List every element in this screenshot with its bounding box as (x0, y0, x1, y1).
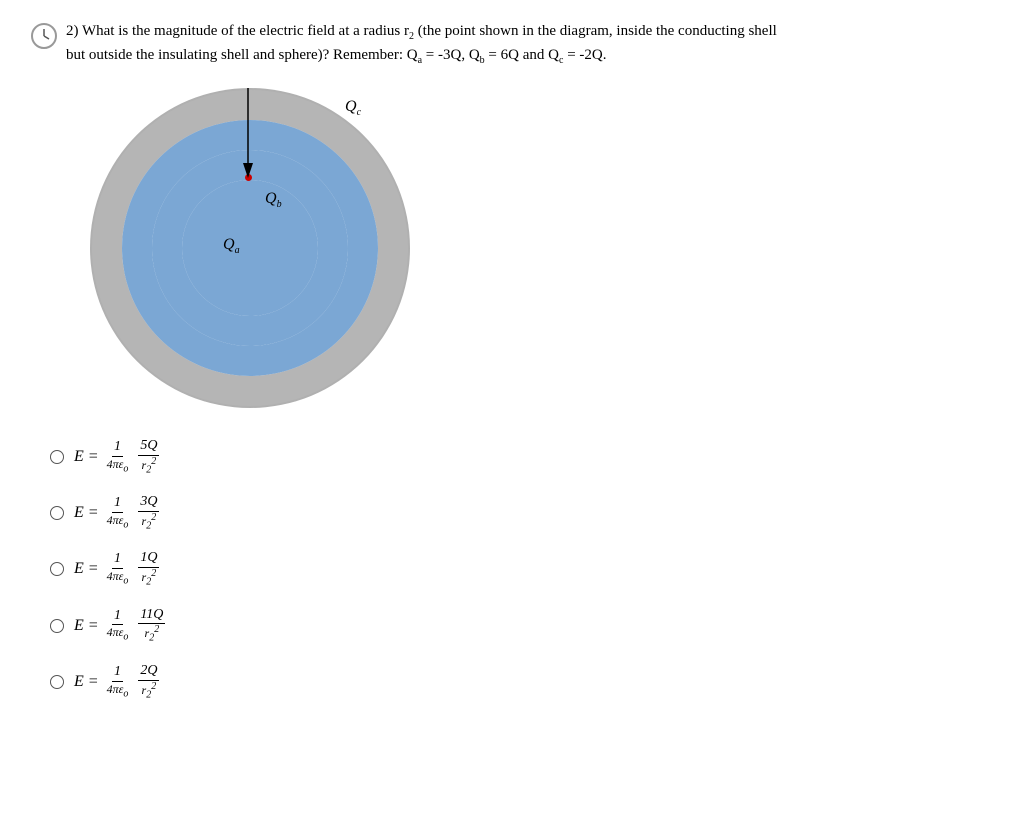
r-subscript: 2 (409, 31, 414, 42)
radio-4[interactable] (50, 619, 64, 633)
fraction-charge-5: 2Q r22 (138, 663, 159, 701)
fraction-charge-3: 1Q r22 (138, 550, 159, 588)
qb-label: Qb (265, 190, 282, 210)
answer-choice-5[interactable]: E = 1 4πεo 2Q r22 (50, 663, 994, 701)
answer-choice-2[interactable]: E = 1 4πεo 3Q r22 (50, 494, 994, 532)
question-text-part2: (the point shown in the diagram, inside … (418, 23, 777, 39)
formula-2: E = 1 4πεo 3Q r22 (74, 494, 161, 532)
fraction-coeff-1: 1 4πεo (105, 439, 131, 475)
answer-choice-3[interactable]: E = 1 4πεo 1Q r22 (50, 550, 994, 588)
question-header: 2) What is the magnitude of the electric… (30, 20, 994, 68)
radio-1[interactable] (50, 450, 64, 464)
radio-2[interactable] (50, 506, 64, 520)
fraction-charge-1: 5Q r22 (138, 438, 159, 476)
formula-5: E = 1 4πεo 2Q r22 (74, 663, 161, 701)
question-number: 2) (66, 23, 79, 39)
radio-3[interactable] (50, 562, 64, 576)
question-text-part1: What is the magnitude of the electric fi… (82, 23, 409, 39)
arrow-svg (230, 88, 290, 188)
answer-choice-4[interactable]: E = 1 4πεo 11Q r22 (50, 607, 994, 645)
formula-4: E = 1 4πεo 11Q r22 (74, 607, 167, 645)
fraction-coeff-5: 1 4πεo (105, 664, 131, 700)
qc-label: Qc (345, 98, 361, 118)
question-text-part3: but outside the insulating shell and sph… (66, 47, 418, 63)
formula-3: E = 1 4πεo 1Q r22 (74, 550, 161, 588)
fraction-charge-4: 11Q r22 (138, 607, 165, 645)
radio-5[interactable] (50, 675, 64, 689)
question-text: 2) What is the magnitude of the electric… (66, 20, 777, 68)
diagram-container: Qa Qb Qc (30, 88, 994, 408)
and-text: and (523, 47, 545, 63)
fraction-coeff-3: 1 4πεo (105, 551, 131, 587)
fraction-coeff-2: 1 4πεo (105, 495, 131, 531)
qa-label: Qa (223, 236, 240, 256)
fraction-charge-2: 3Q r22 (138, 494, 159, 532)
formula-1: E = 1 4πεo 5Q r22 (74, 438, 161, 476)
clock-icon (30, 22, 58, 50)
fraction-coeff-4: 1 4πεo (105, 608, 131, 644)
answers-container: E = 1 4πεo 5Q r22 E = 1 4πεo 3Q r22 (30, 438, 994, 701)
diagram: Qa Qb Qc (90, 88, 410, 408)
answer-choice-1[interactable]: E = 1 4πεo 5Q r22 (50, 438, 994, 476)
